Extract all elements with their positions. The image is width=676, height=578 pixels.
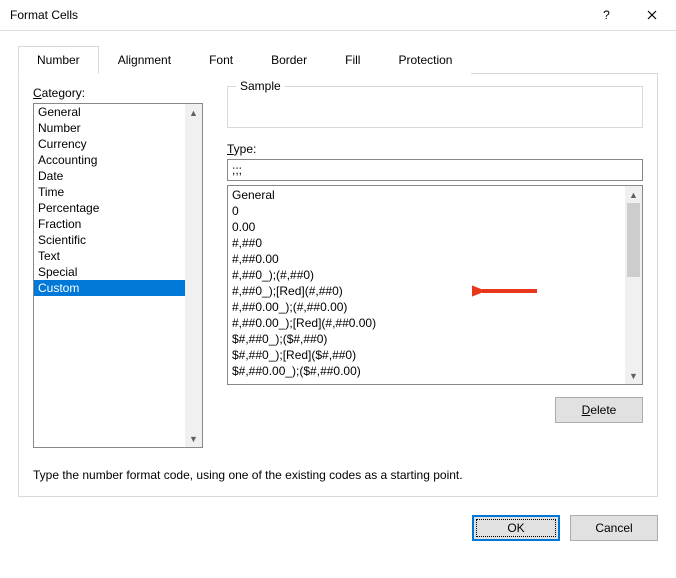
dialog-title: Format Cells xyxy=(10,8,584,22)
format-code-item[interactable]: #,##0.00_);[Red](#,##0.00) xyxy=(231,315,622,331)
scrollbar[interactable]: ▲ ▼ xyxy=(185,104,202,447)
type-input[interactable] xyxy=(227,159,643,181)
category-item[interactable]: Number xyxy=(34,120,185,136)
tab-number[interactable]: Number xyxy=(18,46,99,74)
cancel-button[interactable]: Cancel xyxy=(570,515,658,541)
format-code-item[interactable]: $#,##0.00_);($#,##0.00) xyxy=(231,363,622,379)
tab-strip: Number Alignment Font Border Fill Protec… xyxy=(18,45,658,74)
format-code-item[interactable]: #,##0_);[Red](#,##0) xyxy=(231,283,622,299)
scroll-up-icon[interactable]: ▲ xyxy=(185,104,202,121)
close-icon xyxy=(647,10,657,20)
format-code-item[interactable]: #,##0.00 xyxy=(231,251,622,267)
scroll-up-icon[interactable]: ▲ xyxy=(625,186,642,203)
category-item[interactable]: General xyxy=(34,104,185,120)
tab-font[interactable]: Font xyxy=(190,46,252,74)
sample-label: Sample xyxy=(236,79,285,93)
category-item[interactable]: Accounting xyxy=(34,152,185,168)
help-button[interactable]: ? xyxy=(584,1,629,30)
type-label: Type: xyxy=(227,142,643,156)
format-code-item[interactable]: General xyxy=(231,187,622,203)
format-code-listbox[interactable]: General00.00#,##0#,##0.00#,##0_);(#,##0)… xyxy=(227,185,643,385)
format-code-item[interactable]: #,##0_);(#,##0) xyxy=(231,267,622,283)
format-code-item[interactable]: #,##0 xyxy=(231,235,622,251)
category-item[interactable]: Scientific xyxy=(34,232,185,248)
tab-fill[interactable]: Fill xyxy=(326,46,379,74)
scroll-down-icon[interactable]: ▼ xyxy=(625,367,642,384)
format-code-item[interactable]: $#,##0_);($#,##0) xyxy=(231,331,622,347)
category-item[interactable]: Currency xyxy=(34,136,185,152)
close-button[interactable] xyxy=(629,1,674,30)
scroll-down-icon[interactable]: ▼ xyxy=(185,430,202,447)
format-code-item[interactable]: 0.00 xyxy=(231,219,622,235)
hint-text: Type the number format code, using one o… xyxy=(33,468,643,482)
format-code-item[interactable]: $#,##0_);[Red]($#,##0) xyxy=(231,347,622,363)
ok-button[interactable]: OK xyxy=(472,515,560,541)
dialog-content: Number Alignment Font Border Fill Protec… xyxy=(0,31,676,515)
category-label: Category: xyxy=(33,86,203,100)
category-item[interactable]: Text xyxy=(34,248,185,264)
format-code-item[interactable]: #,##0.00_);(#,##0.00) xyxy=(231,299,622,315)
tab-protection[interactable]: Protection xyxy=(379,46,471,74)
category-item[interactable]: Custom xyxy=(34,280,185,296)
number-panel: Category: GeneralNumberCurrencyAccountin… xyxy=(18,74,658,497)
delete-button[interactable]: Delete xyxy=(555,397,643,423)
category-item[interactable]: Special xyxy=(34,264,185,280)
dialog-footer: OK Cancel xyxy=(0,515,676,551)
title-bar: Format Cells ? xyxy=(0,0,676,31)
tab-alignment[interactable]: Alignment xyxy=(99,46,190,74)
tab-border[interactable]: Border xyxy=(252,46,326,74)
scrollbar[interactable]: ▲ ▼ xyxy=(625,186,642,384)
format-code-item[interactable]: 0 xyxy=(231,203,622,219)
category-listbox[interactable]: GeneralNumberCurrencyAccountingDateTimeP… xyxy=(33,103,203,448)
category-item[interactable]: Fraction xyxy=(34,216,185,232)
category-item[interactable]: Date xyxy=(34,168,185,184)
category-item[interactable]: Time xyxy=(34,184,185,200)
sample-group: Sample xyxy=(227,86,643,128)
category-item[interactable]: Percentage xyxy=(34,200,185,216)
